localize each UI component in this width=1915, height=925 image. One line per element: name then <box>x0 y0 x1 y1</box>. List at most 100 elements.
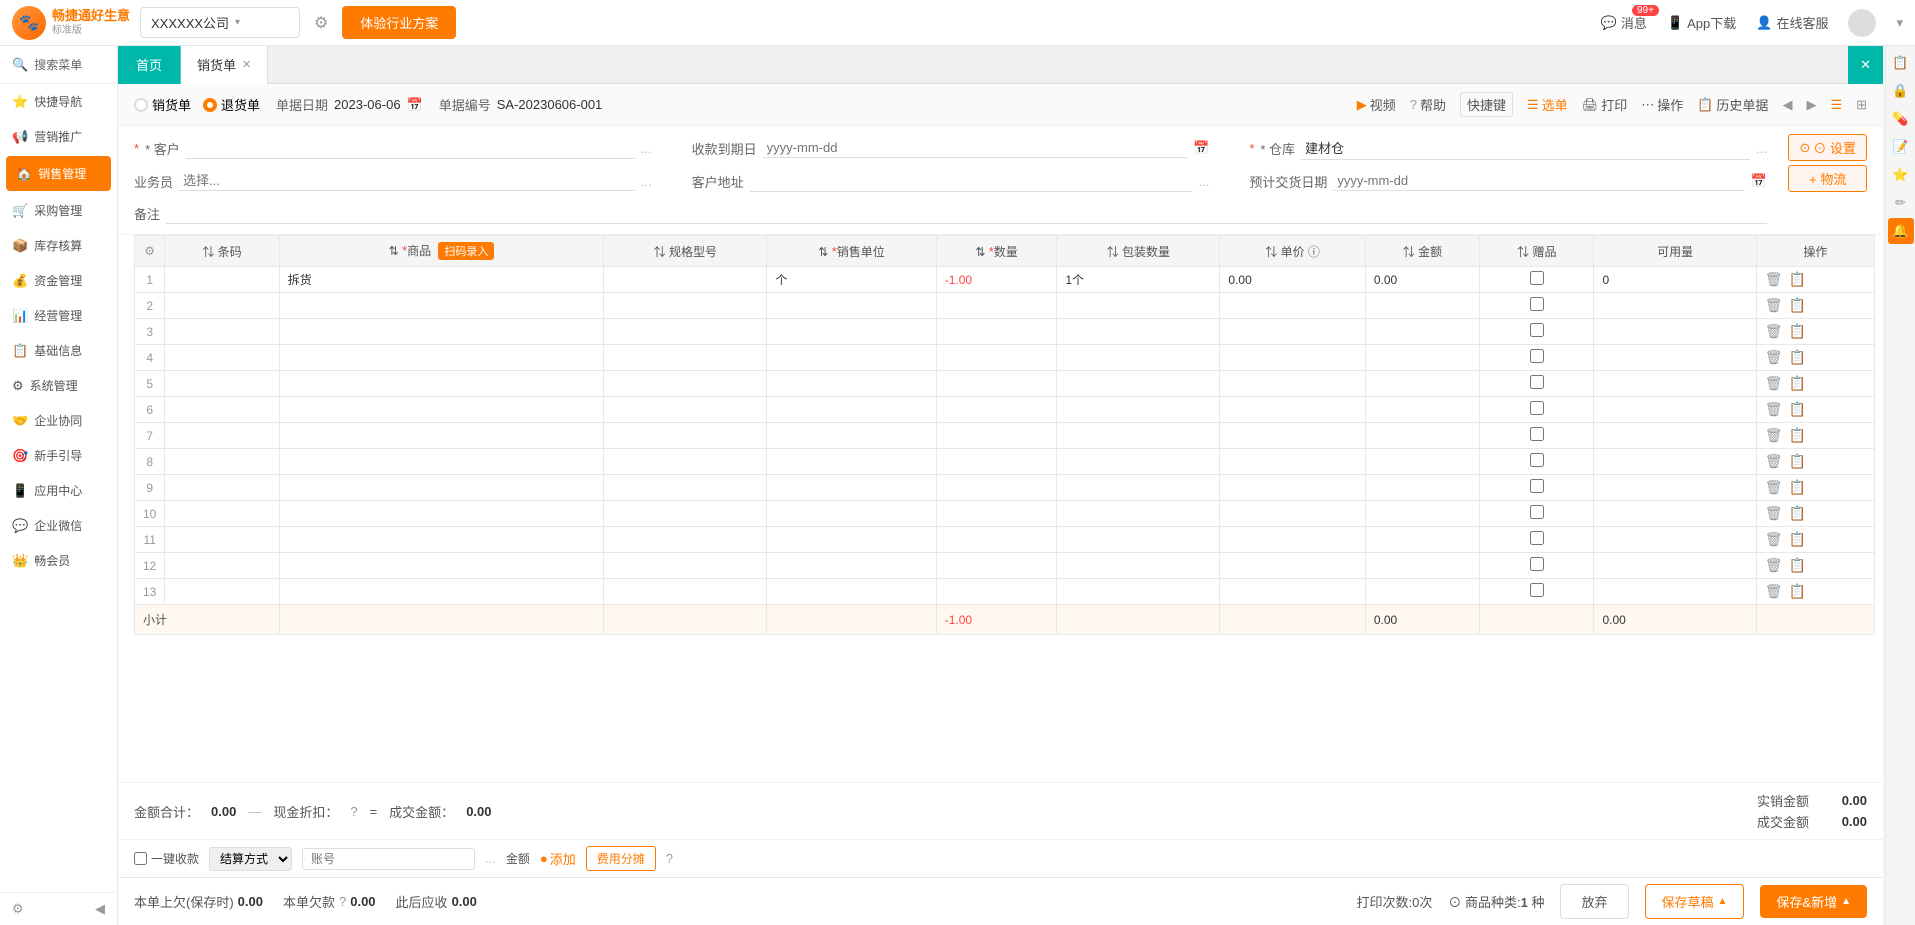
tab-close-all[interactable]: ✕ <box>1848 46 1883 84</box>
delete-icon[interactable]: 🗑 <box>1765 271 1783 288</box>
sidebar-item-operations[interactable]: 📊 经营管理 <box>0 298 117 333</box>
video-button[interactable]: ▶ 视频 <box>1357 95 1396 114</box>
dots-icon[interactable]: ... <box>485 851 496 866</box>
copy-icon[interactable]: 📋 <box>1789 375 1806 392</box>
sidebar-item-marketing[interactable]: 📢 营销推广 <box>0 119 117 154</box>
gift-checkbox[interactable] <box>1530 427 1544 441</box>
gift-checkbox[interactable] <box>1530 531 1544 545</box>
gift-checkbox[interactable] <box>1530 583 1544 597</box>
delete-icon[interactable]: 🗑 <box>1765 505 1783 522</box>
copy-icon[interactable]: 📋 <box>1789 583 1806 600</box>
expense-button[interactable]: 费用分摊 <box>586 846 656 871</box>
customer-address-dots[interactable]: ... <box>1198 174 1209 189</box>
sidebar-item-newbie[interactable]: 🎯 新手引导 <box>0 438 117 473</box>
panel-btn-4[interactable]: 📝 <box>1888 134 1914 160</box>
panel-btn-5[interactable]: ⭐ <box>1888 162 1914 188</box>
panel-btn-1[interactable]: 📋 <box>1888 50 1914 76</box>
copy-icon[interactable]: 📋 <box>1789 557 1806 574</box>
expected-calendar-icon[interactable]: 📅 <box>1751 173 1767 189</box>
copy-icon[interactable]: 📋 <box>1789 427 1806 444</box>
discard-button[interactable]: 放弃 <box>1560 884 1628 919</box>
logistics-btn[interactable]: + 物流 <box>1788 165 1867 192</box>
delete-icon[interactable]: 🗑 <box>1765 401 1783 418</box>
sidebar-item-appcenter[interactable]: 📱 应用中心 <box>0 473 117 508</box>
gift-checkbox[interactable] <box>1530 557 1544 571</box>
help-button[interactable]: ? 帮助 <box>1410 95 1446 114</box>
sidebar-settings-button[interactable]: ⚙ <box>12 901 24 917</box>
trial-button[interactable]: 体验行业方案 <box>342 6 456 39</box>
delete-icon[interactable]: 🗑 <box>1765 479 1783 496</box>
one-click-pay-checkbox[interactable]: 一键收款 <box>134 850 199 867</box>
copy-icon[interactable]: 📋 <box>1789 531 1806 548</box>
gift-checkbox[interactable] <box>1530 297 1544 311</box>
calendar-icon[interactable]: 📅 <box>407 97 423 113</box>
sidebar-item-membership[interactable]: 👑 畅会员 <box>0 543 117 578</box>
copy-icon[interactable]: 📋 <box>1789 271 1806 288</box>
copy-icon[interactable]: 📋 <box>1789 479 1806 496</box>
prev-button[interactable]: ◀ <box>1782 97 1792 113</box>
save-draft-button[interactable]: 保存草稿 ▲ <box>1645 884 1745 919</box>
delete-icon[interactable]: 🗑 <box>1765 583 1783 600</box>
salesperson-input[interactable] <box>179 171 635 191</box>
delete-icon[interactable]: 🗑 <box>1765 349 1783 366</box>
delete-icon[interactable]: 🗑 <box>1765 453 1783 470</box>
account-input[interactable] <box>302 848 475 870</box>
sidebar-item-wechat[interactable]: 💬 企业微信 <box>0 508 117 543</box>
expense-help[interactable]: ? <box>666 851 673 866</box>
copy-icon[interactable]: 📋 <box>1789 349 1806 366</box>
settle-method-select[interactable]: 结算方式 <box>209 847 292 871</box>
radio-return[interactable]: 退货单 <box>203 95 260 114</box>
message-button[interactable]: 💬 消息 99+ <box>1601 13 1647 32</box>
copy-icon[interactable]: 📋 <box>1789 323 1806 340</box>
next-button[interactable]: ▶ <box>1806 97 1816 113</box>
sidebar-collapse-button[interactable]: ◀ <box>95 901 105 917</box>
help-owed[interactable]: ? <box>339 894 346 909</box>
sidebar-item-basics[interactable]: 📋 基础信息 <box>0 333 117 368</box>
gift-checkbox[interactable] <box>1530 505 1544 519</box>
sidebar-item-system[interactable]: ⚙ 系统管理 <box>0 368 117 403</box>
calendar-icon2[interactable]: 📅 <box>1193 140 1209 156</box>
sidebar-search[interactable]: 🔍 搜索菜单 <box>0 46 117 84</box>
copy-icon[interactable]: 📋 <box>1789 505 1806 522</box>
due-date-input[interactable] <box>763 138 1187 158</box>
one-click-pay-check[interactable] <box>134 852 147 865</box>
delete-icon[interactable]: 🗑 <box>1765 557 1783 574</box>
gift-checkbox[interactable] <box>1530 375 1544 389</box>
copy-icon[interactable]: 📋 <box>1789 297 1806 314</box>
gift-checkbox[interactable] <box>1530 271 1544 285</box>
delete-icon[interactable]: 🗑 <box>1765 427 1783 444</box>
col-settings[interactable]: ⚙ <box>135 236 165 267</box>
sidebar-item-sales[interactable]: 🏠 销售管理 <box>6 156 111 191</box>
gear-button[interactable]: ⚙ <box>310 9 332 37</box>
delete-icon[interactable]: 🗑 <box>1765 375 1783 392</box>
online-support-button[interactable]: 👤 在线客服 <box>1756 13 1828 32</box>
help-q[interactable]: ? <box>350 804 357 819</box>
panel-btn-6[interactable]: ✏ <box>1888 190 1914 216</box>
panel-btn-7[interactable]: 🔔 <box>1888 218 1914 244</box>
gift-checkbox[interactable] <box>1530 349 1544 363</box>
delete-icon[interactable]: 🗑 <box>1765 297 1783 314</box>
history-button[interactable]: 📋 历史单据 <box>1697 95 1768 114</box>
customer-dots[interactable]: ... <box>641 141 652 156</box>
sidebar-item-inventory[interactable]: 📦 库存核算 <box>0 228 117 263</box>
scan-button[interactable]: 扫码录入 <box>438 242 494 260</box>
add-button[interactable]: ● 添加 <box>540 849 576 868</box>
shortcut-button[interactable]: 快捷键 <box>1460 92 1513 117</box>
company-selector[interactable]: XXXXXX公司 ▾ <box>140 7 300 38</box>
panel-btn-2[interactable]: 🔒 <box>1888 78 1914 104</box>
tab-sales-order[interactable]: 销货单 ✕ <box>181 46 268 84</box>
sidebar-item-purchase[interactable]: 🛒 采购管理 <box>0 193 117 228</box>
tab-home[interactable]: 首页 <box>118 46 181 84</box>
select-button[interactable]: ☰ 选单 <box>1527 95 1568 114</box>
view-toggle-list[interactable]: ☰ <box>1830 97 1842 113</box>
sidebar-item-finance[interactable]: 💰 资金管理 <box>0 263 117 298</box>
expected-date-input[interactable] <box>1333 171 1744 191</box>
panel-btn-3[interactable]: 💊 <box>1888 106 1914 132</box>
delete-icon[interactable]: 🗑 <box>1765 531 1783 548</box>
gift-checkbox[interactable] <box>1530 453 1544 467</box>
actions-button[interactable]: ⋯ 操作 <box>1641 95 1683 114</box>
sidebar-item-enterprise[interactable]: 🤝 企业协同 <box>0 403 117 438</box>
copy-icon[interactable]: 📋 <box>1789 453 1806 470</box>
warehouse-dots[interactable]: ... <box>1756 141 1767 156</box>
gift-checkbox[interactable] <box>1530 323 1544 337</box>
